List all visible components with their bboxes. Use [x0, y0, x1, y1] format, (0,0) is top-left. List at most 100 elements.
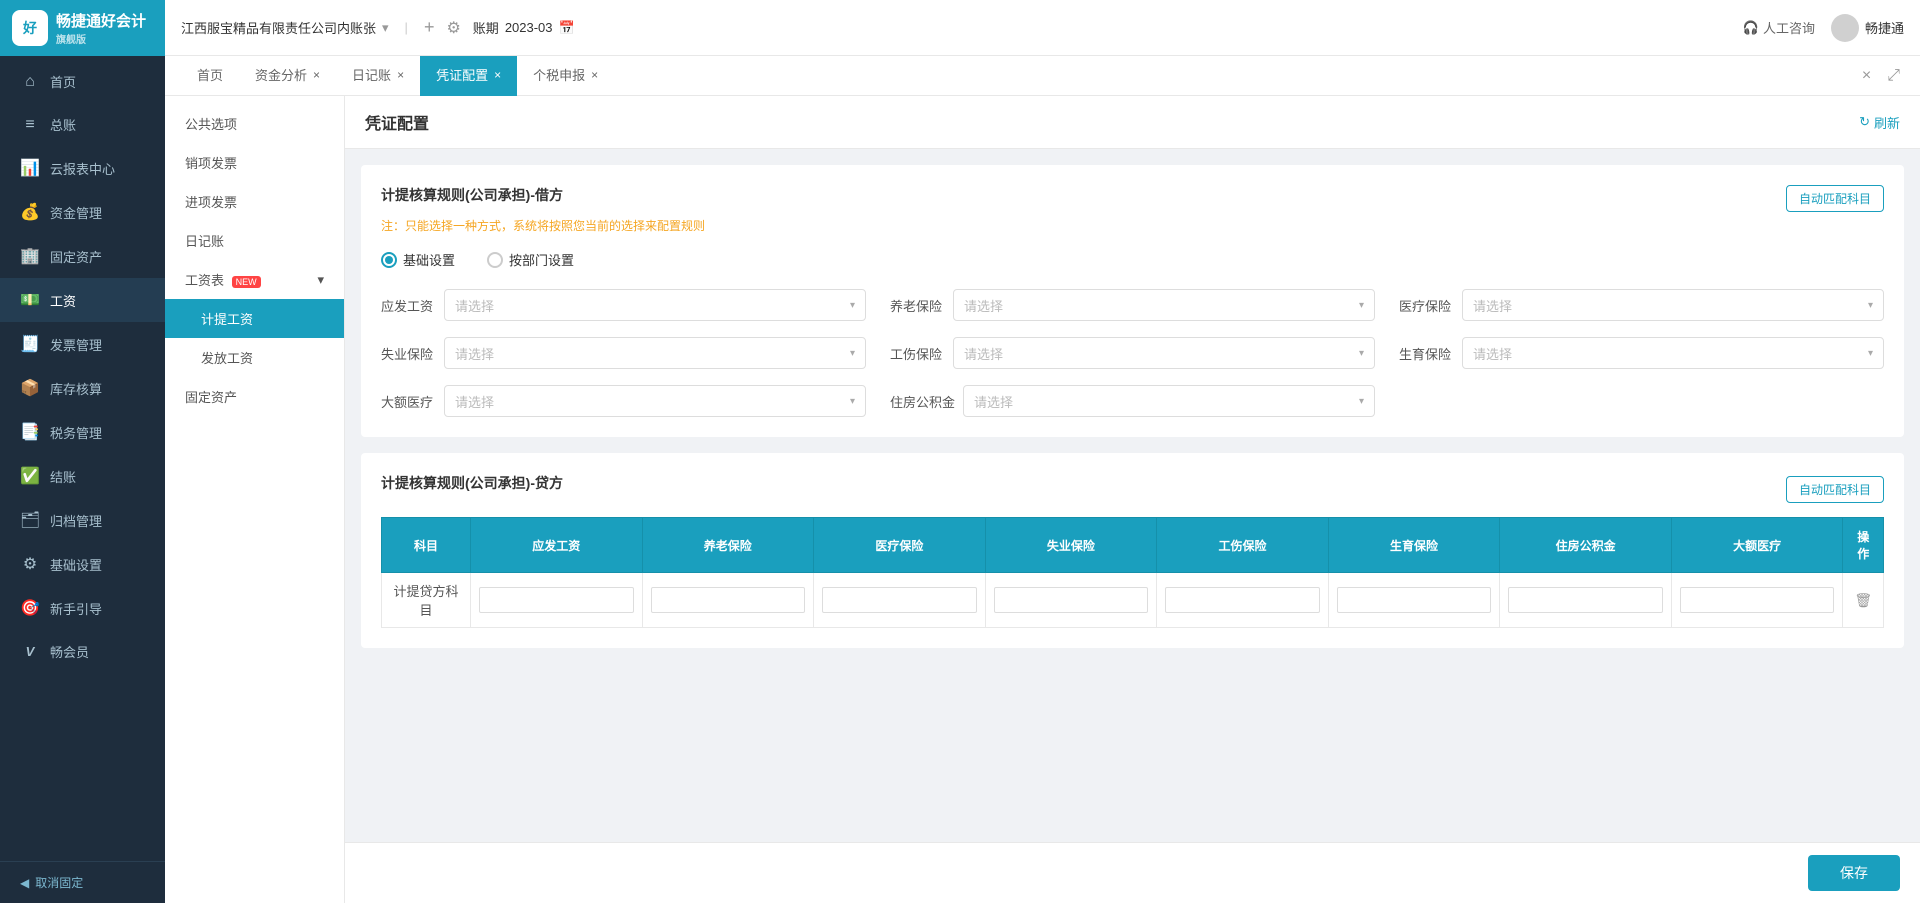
salary-label: 应发工资 — [381, 296, 436, 315]
tab-home[interactable]: 首页 — [181, 56, 239, 96]
calendar-icon: 📅 — [559, 20, 575, 36]
close-journal-tab[interactable]: × — [397, 68, 404, 82]
archive-icon: 🗂 — [20, 510, 40, 530]
cell-pension — [642, 573, 814, 628]
logo-icon: 好 — [12, 10, 48, 46]
form-item-pension: 养老保险 请选择 ▾ — [890, 289, 1375, 321]
close-finance-analysis-tab[interactable]: × — [313, 68, 320, 82]
unemployment-select[interactable]: 请选择 ▾ — [444, 337, 866, 369]
sub-nav-fixed-assets[interactable]: 固定资产 — [165, 377, 344, 416]
sidebar-item-assets-label: 固定资产 — [50, 247, 102, 266]
pension-select[interactable]: 请选择 ▾ — [953, 289, 1375, 321]
sidebar-item-reports-label: 云报表中心 — [50, 159, 115, 178]
unpin-sidebar[interactable]: ◀ 取消固定 — [0, 861, 165, 903]
sub-nav-payroll-table[interactable]: 工资表 NEW ▾ — [165, 260, 344, 299]
radio-basic-settings[interactable]: 基础设置 — [381, 250, 455, 269]
input-unemployment[interactable] — [994, 587, 1149, 613]
sidebar-item-invoice[interactable]: 🧾 发票管理 — [0, 322, 165, 366]
add-account-button[interactable]: + — [424, 17, 435, 38]
major-medical-select[interactable]: 请选择 ▾ — [444, 385, 866, 417]
sidebar-item-tax[interactable]: 📑 税务管理 — [0, 410, 165, 454]
assets-icon: 🏢 — [20, 246, 40, 266]
period-value: 2023-03 — [505, 20, 553, 35]
tab-journal[interactable]: 日记账 × — [336, 56, 420, 96]
table-row: 计提贷方科目 🗑 — [382, 573, 1884, 628]
period-label: 账期 — [473, 18, 499, 37]
housing-fund-label: 住房公积金 — [890, 392, 955, 411]
company-selector[interactable]: 江西服宝精品有限责任公司内账张 ▾ — [181, 18, 389, 37]
injury-select[interactable]: 请选择 ▾ — [953, 337, 1375, 369]
sidebar-item-home[interactable]: ⌂ 首页 — [0, 60, 165, 103]
input-housing[interactable] — [1508, 587, 1663, 613]
sidebar-item-assets[interactable]: 🏢 固定资产 — [0, 234, 165, 278]
th-pension: 养老保险 — [642, 518, 814, 573]
close-tax-report-tab[interactable]: × — [591, 68, 598, 82]
save-button[interactable]: 保存 — [1808, 855, 1900, 891]
content-area: 公共选项 销项发票 进项发票 日记账 工资表 NEW ▾ 计提工资 — [165, 96, 1920, 903]
refresh-button[interactable]: ↻ 刷新 — [1859, 113, 1900, 132]
debit-auto-match-button[interactable]: 自动匹配科目 — [1786, 185, 1884, 212]
medical-dropdown-icon: ▾ — [1868, 300, 1873, 311]
input-salary[interactable] — [479, 587, 634, 613]
cell-housing — [1500, 573, 1672, 628]
sidebar-item-salary[interactable]: 💵 工资 — [0, 278, 165, 322]
sidebar-item-close[interactable]: ✅ 结账 — [0, 454, 165, 498]
close-window-button[interactable]: × — [1858, 63, 1875, 89]
sidebar-item-settings[interactable]: ⚙ 基础设置 — [0, 542, 165, 586]
sidebar-item-vip[interactable]: V 畅会员 — [0, 630, 165, 673]
window-controls: × ⤢ — [1858, 63, 1904, 89]
gear-button[interactable]: ⚙ — [446, 18, 460, 38]
input-major-medical[interactable] — [1680, 587, 1835, 613]
sub-nav-purchase-invoice[interactable]: 进项发票 — [165, 182, 344, 221]
pension-placeholder: 请选择 — [964, 296, 1003, 315]
maternity-select[interactable]: 请选择 ▾ — [1462, 337, 1884, 369]
tab-finance-analysis[interactable]: 资金分析 × — [239, 56, 336, 96]
finance-icon: 💰 — [20, 202, 40, 222]
maternity-label: 生育保险 — [1399, 344, 1454, 363]
sidebar-item-finance[interactable]: 💰 资金管理 — [0, 190, 165, 234]
service-button[interactable]: 🎧 人工咨询 — [1743, 18, 1815, 37]
period-selector[interactable]: 账期 2023-03 📅 — [473, 18, 575, 37]
delete-row-button[interactable]: 🗑 — [1854, 592, 1872, 608]
sidebar-item-guide[interactable]: 🎯 新手引导 — [0, 586, 165, 630]
th-operation: 操作 — [1843, 518, 1884, 573]
debit-section-title: 计提核算规则(公司承担)-借方 — [381, 185, 705, 205]
sidebar-item-ledger[interactable]: ≡ 总账 — [0, 103, 165, 146]
radio-dept-settings[interactable]: 按部门设置 — [487, 250, 574, 269]
sidebar-item-inventory[interactable]: 📦 库存核算 — [0, 366, 165, 410]
debit-section-note: 注：只能选择一种方式，系统将按照您当前的选择来配置规则 — [381, 217, 705, 234]
medical-select[interactable]: 请选择 ▾ — [1462, 289, 1884, 321]
user-menu[interactable]: 畅捷通 — [1831, 14, 1904, 42]
home-icon: ⌂ — [20, 73, 40, 91]
sub-nav-accrual-salary[interactable]: 计提工资 — [165, 299, 344, 338]
input-medical[interactable] — [822, 587, 977, 613]
form-item-housing-fund: 住房公积金 请选择 ▾ — [890, 385, 1375, 417]
pension-label: 养老保险 — [890, 296, 945, 315]
input-pension[interactable] — [651, 587, 806, 613]
salary-select[interactable]: 请选择 ▾ — [444, 289, 866, 321]
sidebar-item-archive[interactable]: 🗂 归档管理 — [0, 498, 165, 542]
main-area: 江西服宝精品有限责任公司内账张 ▾ | + ⚙ 账期 2023-03 📅 🎧 人… — [165, 0, 1920, 903]
maternity-placeholder: 请选择 — [1473, 344, 1512, 363]
settings-icon: ⚙ — [20, 554, 40, 574]
sub-nav-pay-salary[interactable]: 发放工资 — [165, 338, 344, 377]
expand-window-button[interactable]: ⤢ — [1883, 63, 1904, 89]
maternity-dropdown-icon: ▾ — [1868, 348, 1873, 359]
sidebar-item-reports[interactable]: 📊 云报表中心 — [0, 146, 165, 190]
sidebar-item-tax-label: 税务管理 — [50, 423, 102, 442]
input-injury[interactable] — [1165, 587, 1320, 613]
credit-table: 科目 应发工资 养老保险 医疗保险 失业保险 工伤保险 生育保险 住房公积金 大… — [381, 517, 1884, 628]
housing-fund-select[interactable]: 请选择 ▾ — [963, 385, 1375, 417]
panel-body: 计提核算规则(公司承担)-借方 注：只能选择一种方式，系统将按照您当前的选择来配… — [345, 149, 1920, 842]
input-maternity[interactable] — [1337, 587, 1492, 613]
unpin-label: 取消固定 — [35, 874, 83, 891]
tab-tax-report[interactable]: 个税申报 × — [517, 56, 614, 96]
sub-nav-journal[interactable]: 日记账 — [165, 221, 344, 260]
guide-icon: 🎯 — [20, 598, 40, 618]
cell-delete: 🗑 — [1843, 573, 1884, 628]
sub-nav-public-options[interactable]: 公共选项 — [165, 104, 344, 143]
credit-auto-match-button[interactable]: 自动匹配科目 — [1786, 476, 1884, 503]
close-voucher-config-tab[interactable]: × — [494, 68, 501, 82]
sub-nav-sales-invoice[interactable]: 销项发票 — [165, 143, 344, 182]
tab-voucher-config[interactable]: 凭证配置 × — [420, 56, 517, 96]
